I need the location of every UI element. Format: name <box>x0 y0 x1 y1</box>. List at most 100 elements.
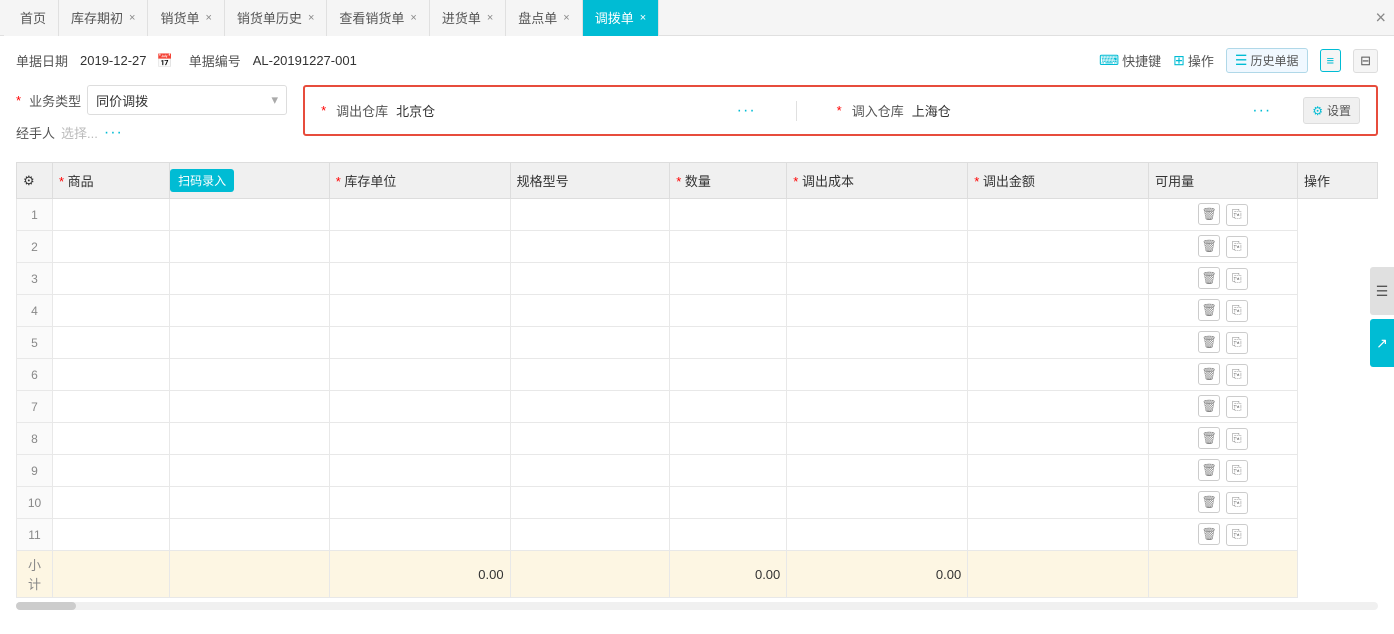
row-available-5[interactable] <box>968 327 1149 359</box>
person-placeholder[interactable]: 选择... <box>61 123 98 142</box>
row-spec-3[interactable] <box>329 263 510 295</box>
row-amount-1[interactable] <box>787 199 968 231</box>
row-cost-3[interactable] <box>670 263 787 295</box>
row-quantity-4[interactable] <box>510 295 670 327</box>
float-list-icon[interactable]: ☰ <box>1370 267 1394 315</box>
tab-close-purchase[interactable]: × <box>487 12 493 24</box>
row-product-1[interactable] <box>53 199 170 231</box>
row-amount-10[interactable] <box>787 487 968 519</box>
tab-close-inventory-init[interactable]: × <box>129 12 135 24</box>
row-quantity-11[interactable] <box>510 519 670 551</box>
scroll-bar[interactable] <box>16 602 1378 610</box>
row-available-11[interactable] <box>968 519 1149 551</box>
row-quantity-10[interactable] <box>510 487 670 519</box>
row-cost-10[interactable] <box>670 487 787 519</box>
copy-btn-1[interactable]: ⎘ <box>1226 204 1248 226</box>
shortcut-button[interactable]: ⌨ 快捷键 <box>1099 51 1161 70</box>
row-spec-4[interactable] <box>329 295 510 327</box>
row-cost-8[interactable] <box>670 423 787 455</box>
row-available-6[interactable] <box>968 359 1149 391</box>
tab-transfer[interactable]: 调拨单× <box>583 0 659 36</box>
transfer-in-more-icon[interactable]: ··· <box>1252 102 1271 120</box>
row-spec-5[interactable] <box>329 327 510 359</box>
row-product-9[interactable] <box>53 455 170 487</box>
row-amount-7[interactable] <box>787 391 968 423</box>
copy-btn-3[interactable]: ⎘ <box>1226 268 1248 290</box>
row-product-6[interactable] <box>53 359 170 391</box>
row-amount-9[interactable] <box>787 455 968 487</box>
row-amount-8[interactable] <box>787 423 968 455</box>
row-available-10[interactable] <box>968 487 1149 519</box>
tab-purchase[interactable]: 进货单× <box>430 0 506 36</box>
delete-btn-5[interactable]: 🗑 <box>1198 331 1220 353</box>
copy-btn-6[interactable]: ⎘ <box>1226 364 1248 386</box>
delete-btn-9[interactable]: 🗑 <box>1198 459 1220 481</box>
business-type-select[interactable]: 同价调拨 ▾ <box>87 85 287 115</box>
th-scan[interactable]: 扫码录入 <box>170 163 330 199</box>
row-available-7[interactable] <box>968 391 1149 423</box>
row-amount-3[interactable] <box>787 263 968 295</box>
row-cost-11[interactable] <box>670 519 787 551</box>
row-unit-4[interactable] <box>170 295 330 327</box>
row-unit-11[interactable] <box>170 519 330 551</box>
tab-close-transfer[interactable]: × <box>640 12 646 24</box>
delete-btn-11[interactable]: 🗑 <box>1198 523 1220 545</box>
tab-home[interactable]: 首页 <box>4 0 59 36</box>
row-amount-4[interactable] <box>787 295 968 327</box>
copy-btn-9[interactable]: ⎘ <box>1226 460 1248 482</box>
close-window-icon[interactable]: × <box>1375 7 1386 28</box>
scan-button[interactable]: 扫码录入 <box>170 169 234 192</box>
row-unit-10[interactable] <box>170 487 330 519</box>
row-unit-9[interactable] <box>170 455 330 487</box>
delete-btn-10[interactable]: 🗑 <box>1198 491 1220 513</box>
row-quantity-8[interactable] <box>510 423 670 455</box>
copy-btn-8[interactable]: ⎘ <box>1226 428 1248 450</box>
copy-btn-11[interactable]: ⎘ <box>1226 524 1248 546</box>
row-cost-7[interactable] <box>670 391 787 423</box>
copy-btn-7[interactable]: ⎘ <box>1226 396 1248 418</box>
row-spec-6[interactable] <box>329 359 510 391</box>
tab-close-sales-order[interactable]: × <box>205 12 211 24</box>
tab-close-sales-history[interactable]: × <box>308 12 314 24</box>
copy-btn-5[interactable]: ⎘ <box>1226 332 1248 354</box>
tab-inventory-count[interactable]: 盘点单× <box>506 0 582 36</box>
row-quantity-2[interactable] <box>510 231 670 263</box>
row-available-2[interactable] <box>968 231 1149 263</box>
row-spec-7[interactable] <box>329 391 510 423</box>
row-available-4[interactable] <box>968 295 1149 327</box>
copy-btn-2[interactable]: ⎘ <box>1226 236 1248 258</box>
row-product-5[interactable] <box>53 327 170 359</box>
row-product-2[interactable] <box>53 231 170 263</box>
delete-btn-3[interactable]: 🗑 <box>1198 267 1220 289</box>
row-quantity-3[interactable] <box>510 263 670 295</box>
calendar-icon[interactable]: 📅 <box>157 53 173 69</box>
th-gear[interactable]: ⚙ <box>17 163 53 199</box>
row-cost-5[interactable] <box>670 327 787 359</box>
row-product-7[interactable] <box>53 391 170 423</box>
row-cost-6[interactable] <box>670 359 787 391</box>
copy-btn-4[interactable]: ⎘ <box>1226 300 1248 322</box>
row-quantity-5[interactable] <box>510 327 670 359</box>
row-cost-9[interactable] <box>670 455 787 487</box>
row-product-8[interactable] <box>53 423 170 455</box>
person-more-icon[interactable]: ··· <box>104 124 123 142</box>
row-amount-11[interactable] <box>787 519 968 551</box>
row-product-4[interactable] <box>53 295 170 327</box>
row-quantity-9[interactable] <box>510 455 670 487</box>
row-quantity-7[interactable] <box>510 391 670 423</box>
float-external-icon[interactable]: ↗ <box>1370 319 1394 367</box>
row-product-3[interactable] <box>53 263 170 295</box>
row-spec-11[interactable] <box>329 519 510 551</box>
row-available-3[interactable] <box>968 263 1149 295</box>
row-cost-4[interactable] <box>670 295 787 327</box>
layout2-button[interactable]: ⊟ <box>1353 49 1378 73</box>
tab-view-sales[interactable]: 查看销货单× <box>327 0 429 36</box>
row-amount-6[interactable] <box>787 359 968 391</box>
row-cost-1[interactable] <box>670 199 787 231</box>
row-quantity-1[interactable] <box>510 199 670 231</box>
delete-btn-7[interactable]: 🗑 <box>1198 395 1220 417</box>
copy-btn-10[interactable]: ⎘ <box>1226 492 1248 514</box>
history-button[interactable]: ☰ 历史单据 <box>1226 48 1308 73</box>
row-unit-7[interactable] <box>170 391 330 423</box>
row-available-8[interactable] <box>968 423 1149 455</box>
